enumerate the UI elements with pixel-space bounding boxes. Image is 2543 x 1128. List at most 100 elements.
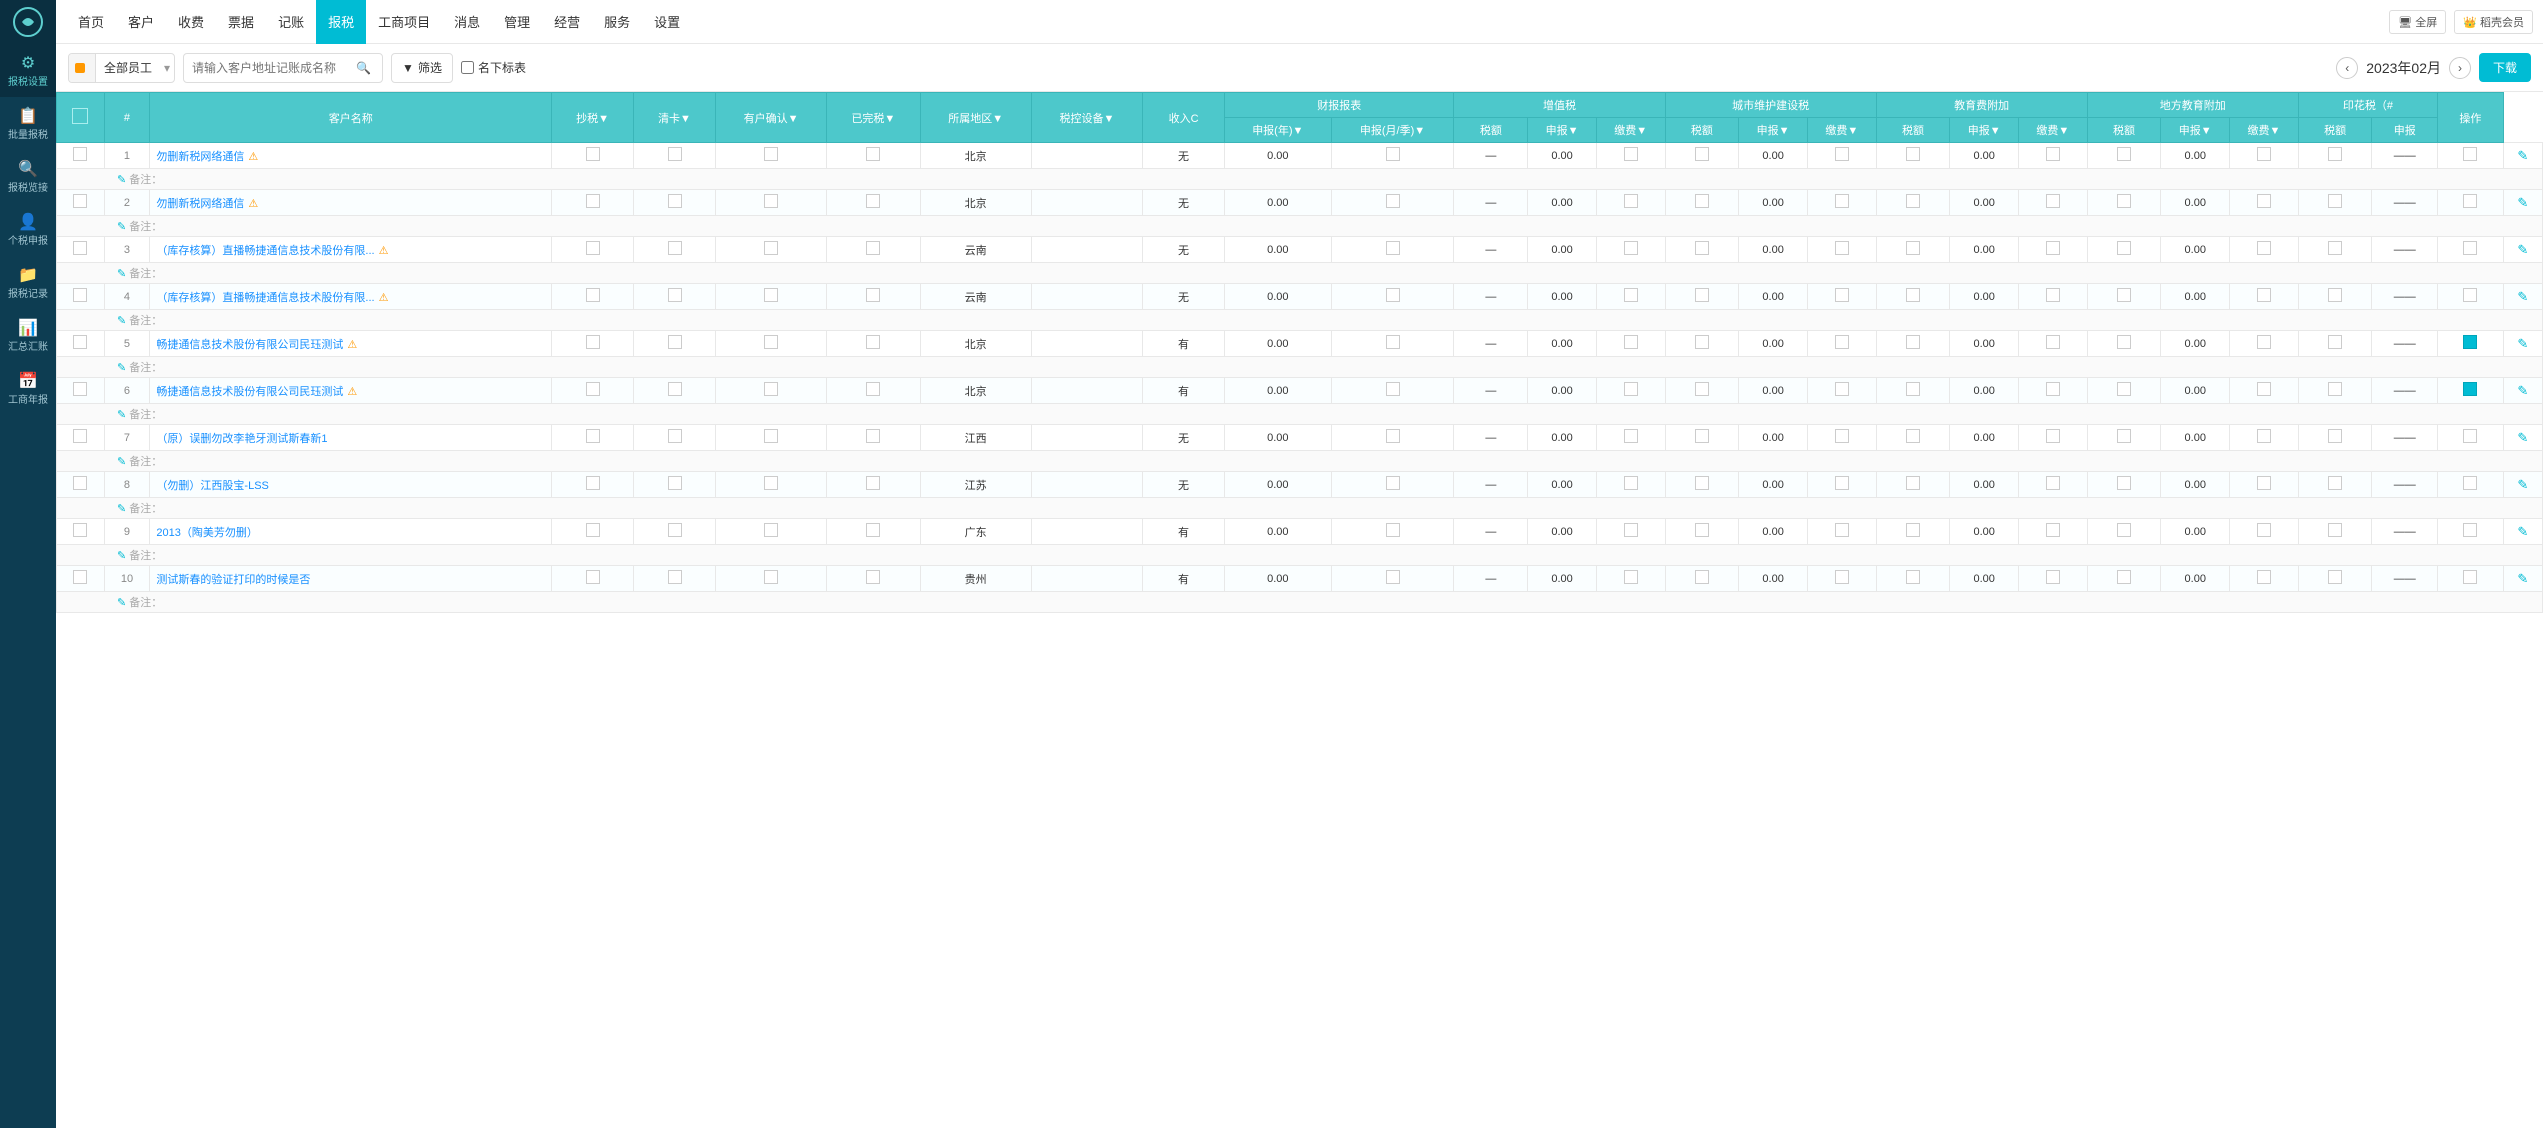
- yinhua-shenbao-cell[interactable]: [2438, 190, 2504, 216]
- empty-checkbox[interactable]: [2257, 382, 2271, 396]
- youhu-queren-cell[interactable]: [715, 425, 826, 451]
- chengshi-shenbao-cell[interactable]: [1807, 190, 1876, 216]
- chengshi-shenbao-cell[interactable]: [1807, 566, 1876, 592]
- difang-jiaofei-cell[interactable]: [2298, 519, 2372, 545]
- caibao-month-cell[interactable]: —: [1454, 519, 1528, 545]
- edit-icon[interactable]: ✎: [2517, 383, 2528, 398]
- teal-checkbox[interactable]: [2463, 335, 2477, 349]
- empty-checkbox[interactable]: [866, 382, 880, 396]
- caibao-month-cell[interactable]: —: [1454, 472, 1528, 498]
- caibao-year-cell[interactable]: [1331, 331, 1454, 357]
- teal-checkbox[interactable]: [2463, 382, 2477, 396]
- zengzhi-shenbao-cell[interactable]: [1596, 331, 1665, 357]
- search-input[interactable]: [192, 61, 352, 75]
- empty-checkbox[interactable]: [764, 288, 778, 302]
- empty-checkbox[interactable]: [764, 147, 778, 161]
- caibao-month-cell[interactable]: —: [1454, 237, 1528, 263]
- empty-checkbox[interactable]: [866, 476, 880, 490]
- empty-checkbox[interactable]: [1906, 476, 1920, 490]
- caibao-month-cell[interactable]: —: [1454, 378, 1528, 404]
- empty-checkbox[interactable]: [1386, 147, 1400, 161]
- name-table-checkbox[interactable]: [461, 61, 474, 74]
- empty-checkbox[interactable]: [764, 335, 778, 349]
- caibao-month-cell[interactable]: —: [1454, 331, 1528, 357]
- company-name[interactable]: （勿删）江西股宝-LSS: [150, 472, 552, 498]
- youhu-queren-cell[interactable]: [715, 472, 826, 498]
- nav-home[interactable]: 首页: [66, 0, 116, 44]
- zengzhi-jiaofei-cell[interactable]: [1665, 284, 1739, 310]
- chengshi-jiaofei-cell[interactable]: [1876, 143, 1950, 169]
- company-name[interactable]: 勿删新税网络通信⚠: [150, 190, 552, 216]
- empty-checkbox[interactable]: [1624, 570, 1638, 584]
- chengshi-jiaofei-cell[interactable]: [1876, 519, 1950, 545]
- chengshi-shenbao-cell[interactable]: [1807, 284, 1876, 310]
- empty-checkbox[interactable]: [1624, 523, 1638, 537]
- jiaoyu-jiaofei-cell[interactable]: [2087, 143, 2161, 169]
- membership-button[interactable]: 👑 稻壳会员: [2454, 10, 2533, 34]
- empty-checkbox[interactable]: [668, 523, 682, 537]
- action-cell[interactable]: ✎: [2503, 331, 2542, 357]
- difang-shenbao-cell[interactable]: [2230, 472, 2299, 498]
- empty-checkbox[interactable]: [1835, 288, 1849, 302]
- zengzhi-jiaofei-cell[interactable]: [1665, 472, 1739, 498]
- jiaoyu-shenbao-cell[interactable]: [2019, 143, 2088, 169]
- empty-checkbox[interactable]: [1386, 382, 1400, 396]
- youhu-queren-cell[interactable]: [715, 190, 826, 216]
- empty-checkbox[interactable]: [1906, 288, 1920, 302]
- zengzhi-jiaofei-cell[interactable]: [1665, 143, 1739, 169]
- difang-shenbao-cell[interactable]: [2230, 143, 2299, 169]
- empty-checkbox[interactable]: [586, 288, 600, 302]
- empty-checkbox[interactable]: [1695, 523, 1709, 537]
- note-edit-icon[interactable]: ✎: [117, 362, 126, 374]
- yinhua-shenbao-cell[interactable]: [2438, 331, 2504, 357]
- empty-checkbox[interactable]: [586, 570, 600, 584]
- chengshi-shenbao-cell[interactable]: [1807, 472, 1876, 498]
- edit-icon[interactable]: ✎: [2517, 289, 2528, 304]
- qingka-cell[interactable]: [634, 378, 716, 404]
- caibao-month-cell[interactable]: —: [1454, 143, 1528, 169]
- chengshi-jiaofei-cell[interactable]: [1876, 472, 1950, 498]
- empty-checkbox[interactable]: [1624, 382, 1638, 396]
- empty-checkbox[interactable]: [1906, 570, 1920, 584]
- empty-checkbox[interactable]: [1695, 476, 1709, 490]
- jiaoyu-jiaofei-cell[interactable]: [2087, 378, 2161, 404]
- company-name[interactable]: 勿删新税网络通信⚠: [150, 143, 552, 169]
- nav-settings[interactable]: 设置: [642, 0, 692, 44]
- sidebar-item-baoshui-lanjie[interactable]: 🔍 报税览接: [0, 150, 56, 203]
- empty-checkbox[interactable]: [586, 194, 600, 208]
- sidebar-item-huizong-mianbao[interactable]: 📊 汇总汇账: [0, 309, 56, 362]
- youhu-queren-cell[interactable]: [715, 143, 826, 169]
- youhu-queren-cell[interactable]: [715, 284, 826, 310]
- empty-checkbox[interactable]: [668, 241, 682, 255]
- yiwanshui-cell[interactable]: [827, 472, 920, 498]
- fullscreen-button[interactable]: 🖥 全屏: [2389, 10, 2446, 34]
- qingka-cell[interactable]: [634, 190, 716, 216]
- note-edit-icon[interactable]: ✎: [117, 503, 126, 515]
- caibao-year-cell[interactable]: [1331, 143, 1454, 169]
- row-checkbox-cell[interactable]: [57, 237, 105, 263]
- row-checkbox-cell[interactable]: [57, 425, 105, 451]
- empty-checkbox[interactable]: [866, 523, 880, 537]
- nav-industrial[interactable]: 工商项目: [366, 0, 442, 44]
- empty-checkbox[interactable]: [1835, 194, 1849, 208]
- empty-checkbox[interactable]: [1695, 429, 1709, 443]
- qingka-cell[interactable]: [634, 566, 716, 592]
- zengzhi-shenbao-cell[interactable]: [1596, 378, 1665, 404]
- action-cell[interactable]: ✎: [2503, 472, 2542, 498]
- difang-jiaofei-cell[interactable]: [2298, 237, 2372, 263]
- chengshi-jiaofei-cell[interactable]: [1876, 190, 1950, 216]
- yinhua-shenbao-cell[interactable]: [2438, 378, 2504, 404]
- empty-checkbox[interactable]: [2046, 476, 2060, 490]
- empty-checkbox[interactable]: [2117, 241, 2131, 255]
- row-select-checkbox[interactable]: [73, 194, 87, 208]
- chaoshui-cell[interactable]: [552, 143, 634, 169]
- youhu-queren-cell[interactable]: [715, 519, 826, 545]
- difang-jiaofei-cell[interactable]: [2298, 566, 2372, 592]
- edit-icon[interactable]: ✎: [2517, 195, 2528, 210]
- youhu-queren-cell[interactable]: [715, 331, 826, 357]
- empty-checkbox[interactable]: [2117, 147, 2131, 161]
- empty-checkbox[interactable]: [1695, 382, 1709, 396]
- yiwanshui-cell[interactable]: [827, 190, 920, 216]
- chaoshui-cell[interactable]: [552, 425, 634, 451]
- empty-checkbox[interactable]: [2463, 523, 2477, 537]
